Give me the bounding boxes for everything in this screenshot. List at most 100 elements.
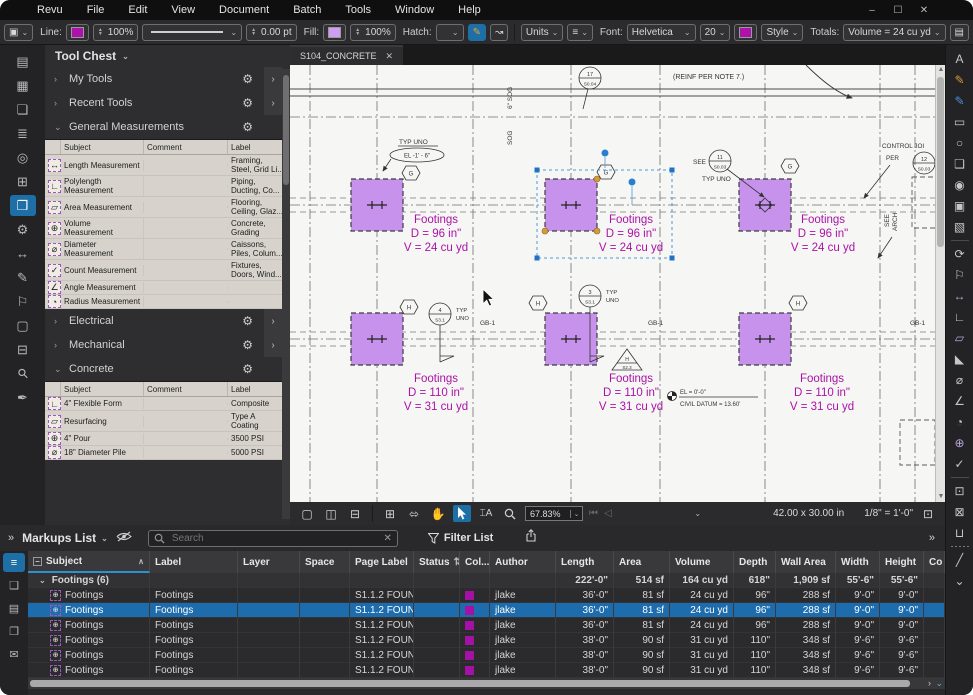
more-columns-icon[interactable]: » [929, 532, 935, 544]
edit-markup-button[interactable]: ✎ [468, 24, 486, 41]
menu-edit[interactable]: Edit [117, 2, 158, 18]
column-header-label[interactable]: Label [228, 140, 286, 154]
tool-chest-section-concrete[interactable]: ⌄Concrete⚙› [45, 357, 290, 381]
markups-list-title[interactable]: Markups List⌄ [22, 531, 108, 545]
tool-row[interactable]: ⌀18" Diameter Pile5000 PSI [45, 446, 290, 460]
search-icon[interactable]: ⚲ [6, 357, 39, 390]
menu-window[interactable]: Window [384, 2, 445, 18]
font-size-dropdown[interactable]: 20⌄ [700, 24, 731, 41]
menu-document[interactable]: Document [208, 2, 280, 18]
image-icon[interactable]: ▣ [949, 196, 971, 216]
chevron-right-icon[interactable]: › [264, 333, 282, 357]
close-button[interactable]: ✕ [915, 5, 933, 16]
fill-opacity-field[interactable]: ▲▼100% [350, 24, 396, 41]
highlighter-icon[interactable]: ✎ [949, 70, 971, 90]
markups-column-layer[interactable]: Layer [238, 551, 300, 573]
tool-chest-icon[interactable]: ❒ [10, 195, 36, 216]
minimize-button[interactable]: – [863, 5, 881, 16]
color-swatch[interactable] [465, 666, 474, 675]
pen-icon[interactable]: ✎ [949, 91, 971, 111]
tool-chest-section-electrical[interactable]: ›Electrical⚙› [45, 309, 290, 333]
select-tool-icon[interactable] [453, 505, 471, 522]
radius-measure-icon[interactable]: ◔ [949, 412, 971, 432]
cutout-icon[interactable]: ⊡ [949, 481, 971, 501]
line-width-field[interactable]: ▲▼0.00 pt [246, 24, 297, 41]
flags-icon[interactable]: ⚐ [10, 291, 36, 312]
gear-icon[interactable]: ⚙ [242, 120, 253, 134]
markups-column-label[interactable]: Label [150, 551, 238, 573]
tool-row[interactable]: ✓Count MeasurementFixtures, Doors, Wind.… [45, 260, 290, 281]
tool-row[interactable]: ⊕Volume MeasurementConcrete, Grading [45, 218, 290, 239]
chevron-right-icon[interactable]: › [54, 316, 62, 326]
markups-column-volume[interactable]: Volume [670, 551, 734, 573]
gear-icon[interactable]: ⚙ [242, 314, 253, 328]
back-button[interactable]: ◁ [604, 508, 612, 519]
markups-list-icon[interactable]: ≡ [3, 553, 25, 572]
clear-search-icon[interactable]: ✕ [383, 533, 391, 544]
signatures-icon[interactable]: ✒ [10, 387, 36, 408]
spaces-icon[interactable]: ◎ [10, 147, 36, 168]
windows-icon[interactable]: ⊞ [10, 171, 36, 192]
column-header-comment[interactable]: Comment [144, 382, 228, 396]
column-header-subject[interactable]: Subject [61, 140, 144, 154]
viewbar-dropdown-icon[interactable]: ⌄ [694, 509, 701, 518]
model-tree-icon[interactable]: ❑ [3, 576, 25, 595]
menu-file[interactable]: File [76, 2, 116, 18]
tab-close-icon[interactable]: ✕ [386, 51, 394, 62]
slope-measure-icon[interactable]: ◣ [949, 349, 971, 369]
cutout-alt-icon[interactable]: ⊠ [949, 502, 971, 522]
chevron-right-icon[interactable]: › [54, 340, 62, 350]
tool-row[interactable]: ∠Angle Measurement [45, 281, 290, 295]
text-box-icon[interactable]: A [949, 49, 971, 69]
chevron-down-icon[interactable]: ⌄ [54, 364, 62, 375]
tool-chest-section-mechanical[interactable]: ›Mechanical⚙› [45, 333, 290, 357]
totals-dropdown[interactable]: Volume = 24 cu yd⌄ [843, 24, 945, 41]
menu-tools[interactable]: Tools [334, 2, 382, 18]
polyline-icon[interactable]: ⚐ [949, 265, 971, 285]
tool-mode-dropdown[interactable]: ▣⌄ [4, 24, 33, 41]
line-style-dropdown[interactable]: ⌄ [142, 24, 242, 41]
zoom-level-field[interactable]: 67.83% ⌄ [525, 506, 583, 521]
menu-batch[interactable]: Batch [282, 2, 332, 18]
font-color-button[interactable] [734, 24, 757, 41]
chevron-right-icon[interactable]: › [264, 91, 282, 115]
menu-revu[interactable]: Revu [26, 2, 74, 18]
single-page-icon[interactable]: ▢ [298, 505, 316, 522]
markups-column-width[interactable]: Width [836, 551, 880, 573]
pages-icon[interactable]: ❐ [3, 622, 25, 641]
markup-row[interactable]: ⊕FootingsFootingsS1.1.2 FOUN...jlake38'-… [28, 648, 945, 663]
document-tab[interactable]: S104_CONCRETE ✕ [290, 45, 403, 65]
gear-icon[interactable]: ⚙ [242, 362, 253, 376]
tool-row[interactable]: ⊕4" Pour3500 PSI [45, 432, 290, 446]
tool-row[interactable]: ▱Area MeasurementFlooring, Ceiling, Glaz… [45, 197, 290, 218]
drawing-canvas[interactable]: FootingsD = 96 in"V = 24 cu yd FootingsD… [290, 65, 945, 502]
chevron-right-icon[interactable]: › [264, 67, 282, 91]
column-header-comment[interactable]: Comment [144, 140, 228, 154]
column-header-label[interactable]: Label [228, 382, 286, 396]
line-opacity-field[interactable]: ▲▼100% [93, 24, 139, 41]
hide-markups-icon[interactable] [116, 529, 132, 547]
count-measure-icon[interactable]: ✓ [949, 454, 971, 474]
markups-group-row[interactable]: ⌄Footings (6)222'-0"514 sf164 cu yd618"1… [28, 573, 945, 588]
displays-icon[interactable]: ⊟ [10, 339, 36, 360]
color-swatch[interactable] [465, 591, 474, 600]
pan-hand-icon[interactable]: ✋ [429, 505, 447, 522]
markups-column-subject[interactable]: –Subject∧ [28, 551, 150, 573]
markups-column-length[interactable]: Length [556, 551, 614, 573]
chevron-down-icon[interactable]: ⌄ [54, 122, 62, 133]
menu-view[interactable]: View [160, 2, 206, 18]
markups-column-area[interactable]: Area [614, 551, 670, 573]
tool-chest-section-my-tools[interactable]: ›My Tools⚙› [45, 67, 290, 91]
layers-icon[interactable]: ≣ [10, 123, 36, 144]
line-color-button[interactable] [66, 24, 89, 41]
markup-row[interactable]: ⊕FootingsFootingsS1.1.2 FOUN...jlake36'-… [28, 588, 945, 603]
bookmarks-icon[interactable]: ❏ [10, 99, 36, 120]
markup-row[interactable]: ⊕FootingsFootingsS1.1.2 FOUN...jlake38'-… [28, 633, 945, 648]
color-swatch[interactable] [465, 606, 474, 615]
split-vertical-icon[interactable]: ◫ [322, 505, 340, 522]
page-setup-icon[interactable]: ⊡ [919, 505, 937, 522]
markups-column-height[interactable]: Height [880, 551, 924, 573]
summary-export-icon[interactable] [525, 529, 537, 547]
tool-chest-section-recent-tools[interactable]: ›Recent Tools⚙› [45, 91, 290, 115]
calibration-icon[interactable]: ↔ [10, 243, 36, 264]
